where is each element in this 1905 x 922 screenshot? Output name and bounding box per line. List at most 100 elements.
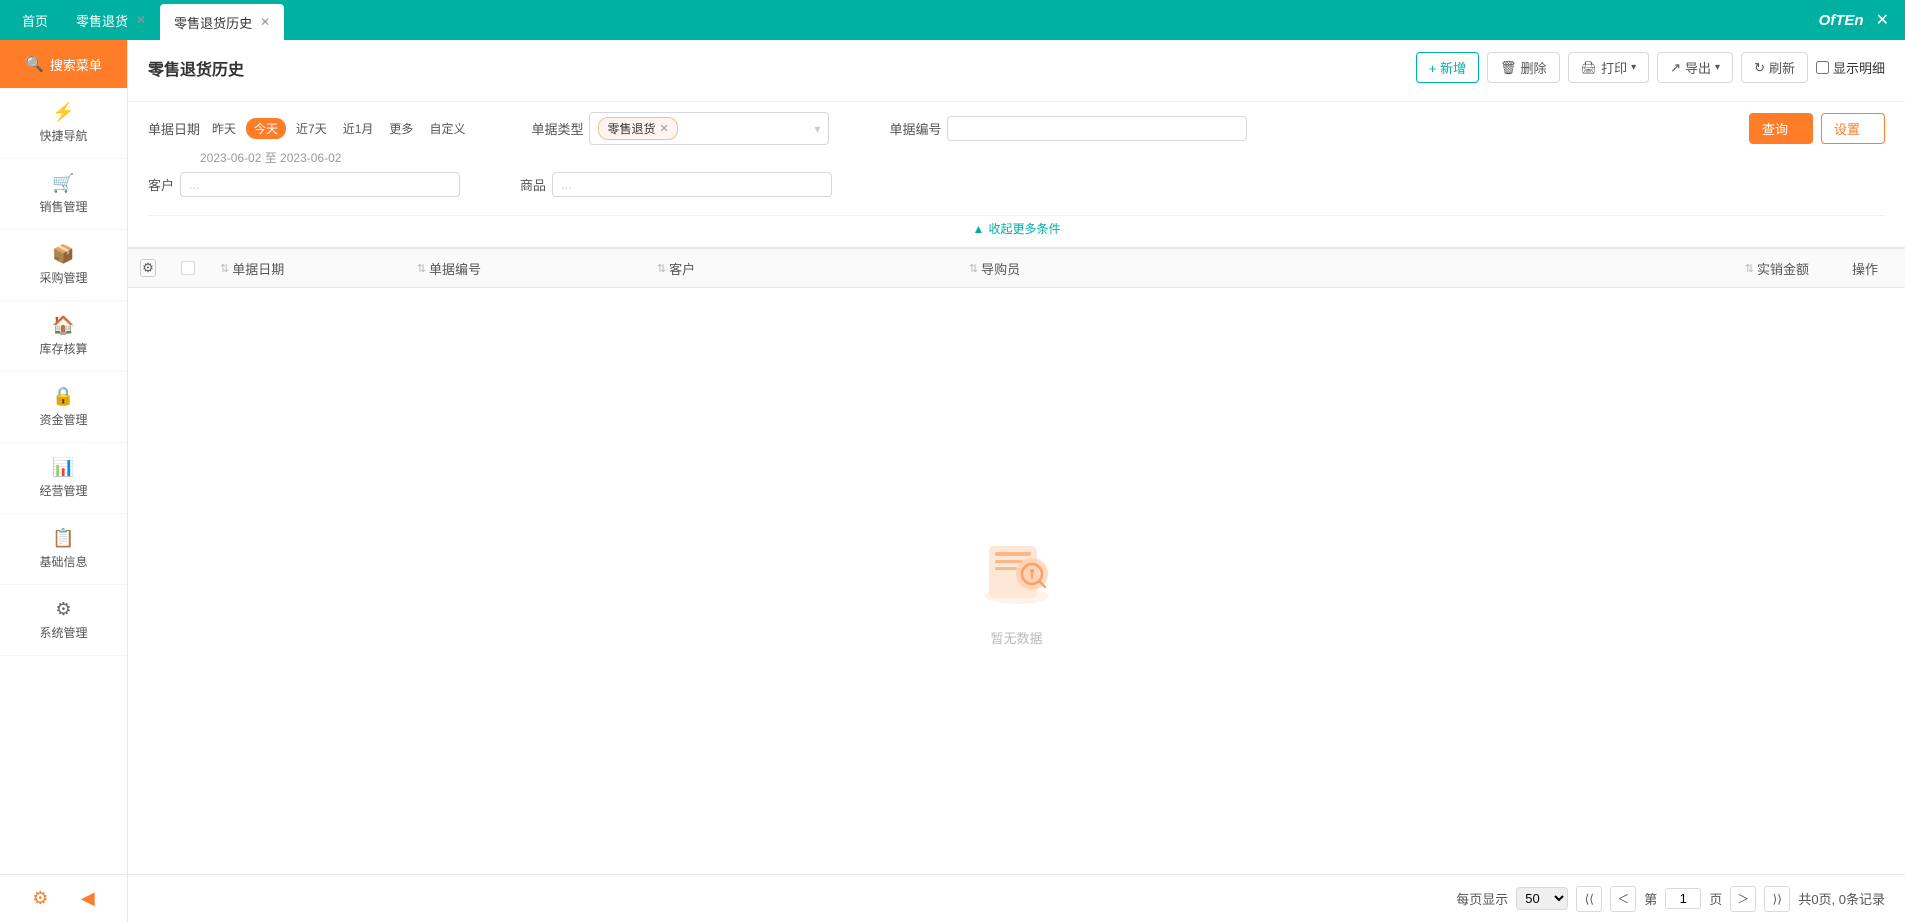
sidebar-menu: ⚡ 快捷导航 🛒 销售管理 📦 采购管理 🏠 库存核算 🔒 资金管理 📊 <box>0 88 127 874</box>
show-detail-checkbox-group[interactable]: 显示明细 <box>1816 58 1885 77</box>
column-settings-icon[interactable]: ⚙ <box>140 259 156 277</box>
collapse-label: 收起更多条件 <box>988 220 1060 237</box>
date-option-7days[interactable]: 近7天 <box>290 118 333 139</box>
th-amount-label: 实销金额 <box>1757 259 1809 278</box>
tab-home[interactable]: 首页 <box>8 0 62 40</box>
sidebar-item-basic-info[interactable]: 📋 基础信息 <box>0 514 127 585</box>
sidebar-item-sales-mgmt[interactable]: 🛒 销售管理 <box>0 159 127 230</box>
th-guide-label: 导购员 <box>981 259 1020 278</box>
sidebar-item-label-operations: 经营管理 <box>39 482 87 499</box>
export-chevron-icon: ▾ <box>1715 62 1720 73</box>
print-button[interactable]: 🖨 打印 ▾ <box>1568 52 1650 83</box>
show-detail-label: 显示明细 <box>1833 58 1885 77</box>
th-guide: ⇅ 导购员 <box>957 259 1197 278</box>
page-input[interactable] <box>1665 888 1701 909</box>
total-label: 共0页, 0条记录 <box>1798 889 1885 908</box>
type-filter-label: 单据类型 <box>531 119 583 138</box>
print-chevron-icon: ▾ <box>1631 62 1636 73</box>
show-detail-checkbox[interactable] <box>1816 61 1829 74</box>
settings-gear-icon[interactable]: ⚙ <box>32 888 48 909</box>
goods-filter-label: 商品 <box>520 175 546 194</box>
query-buttons: 查询 设置 <box>1749 113 1885 144</box>
next-page-btn[interactable]: ＞ <box>1730 886 1756 912</box>
voucher-filter-label: 单据编号 <box>889 119 941 138</box>
sidebar-collapse-icon[interactable]: ◀ <box>81 888 95 909</box>
th-customer-label: 客户 <box>669 259 695 278</box>
page-unit-label: 页 <box>1709 889 1722 908</box>
th-no: ⇅ 单据编号 <box>405 259 645 278</box>
collapse-up-icon: ▲ <box>973 222 985 236</box>
select-all-checkbox[interactable] <box>181 261 195 275</box>
customer-input[interactable]: ... <box>180 172 460 197</box>
th-action: 操作 <box>1825 259 1905 278</box>
toolbar: + 新增 🗑 删除 🖨 打印 ▾ ↗ 导出 ▾ <box>1416 52 1885 83</box>
search-menu-label: 搜索菜单 <box>50 55 102 74</box>
date-option-custom[interactable]: 自定义 <box>423 118 471 139</box>
sidebar-item-inventory[interactable]: 🏠 库存核算 <box>0 301 127 372</box>
date-option-yesterday[interactable]: 昨天 <box>206 118 242 139</box>
new-button[interactable]: + 新增 <box>1416 52 1479 83</box>
content-area: 零售退货历史 + 新增 🗑 删除 🖨 打印 ▾ ↗ 导出 <box>128 40 1905 922</box>
prev-page-btn[interactable]: ＜ <box>1610 886 1636 912</box>
tab-retail-return-close[interactable]: ✕ <box>136 13 146 27</box>
date-filter-label: 单据日期 <box>148 119 200 138</box>
empty-text: 暂无数据 <box>990 628 1042 647</box>
type-select-arrow: ▾ <box>814 122 820 136</box>
page-title: 零售退货历史 <box>148 56 244 80</box>
date-options: 昨天 今天 近7天 近1月 更多 自定义 <box>206 118 471 139</box>
sidebar-item-system[interactable]: ⚙ 系统管理 <box>0 585 127 656</box>
sidebar: 🔍 搜索菜单 ⚡ 快捷导航 🛒 销售管理 📦 采购管理 🏠 库存核算 🔒 <box>0 40 128 922</box>
sort-icon-guide: ⇅ <box>969 262 978 275</box>
type-tag-remove[interactable]: ✕ <box>659 122 668 135</box>
sidebar-item-purchase-mgmt[interactable]: 📦 采购管理 <box>0 230 127 301</box>
sidebar-bottom: ⚙ ◀ <box>0 874 127 922</box>
tab-retail-return[interactable]: 零售退货 ✕ <box>62 0 160 40</box>
settings-button[interactable]: 设置 <box>1821 113 1885 144</box>
type-select[interactable]: 零售退货 ✕ ▾ <box>589 112 829 145</box>
date-range-text: 2023-06-02 至 2023-06-02 <box>200 151 341 165</box>
system-icon: ⚙ <box>55 599 71 620</box>
basic-info-icon: 📋 <box>52 528 74 549</box>
refresh-icon: ↻ <box>1754 60 1765 76</box>
collapse-bar[interactable]: ▲ 收起更多条件 <box>148 215 1885 247</box>
filter-customer-group: 客户 ... <box>148 172 460 197</box>
operations-icon: 📊 <box>52 457 74 478</box>
window-close-icon[interactable]: ✕ <box>1876 10 1889 30</box>
delete-button[interactable]: 🗑 删除 <box>1487 52 1560 83</box>
th-date: ⇅ 单据日期 <box>208 259 405 278</box>
export-button[interactable]: ↗ 导出 ▾ <box>1657 52 1733 83</box>
empty-state: 暂无数据 <box>128 288 1905 874</box>
query-button[interactable]: 查询 <box>1749 113 1813 144</box>
voucher-input[interactable] <box>947 116 1247 141</box>
sidebar-item-finance[interactable]: 🔒 资金管理 <box>0 372 127 443</box>
tab-retail-return-history[interactable]: 零售退货历史 ✕ <box>160 4 284 40</box>
purchase-mgmt-icon: 📦 <box>52 244 74 265</box>
date-option-today[interactable]: 今天 <box>246 118 286 139</box>
filter-type-group: 单据类型 零售退货 ✕ ▾ <box>531 112 829 145</box>
customer-placeholder: ... <box>189 177 200 192</box>
table-container: ⚙ ⇅ 单据日期 ⇅ 单据编号 ⇅ 客户 ⇅ <box>128 247 1905 874</box>
date-option-more[interactable]: 更多 <box>383 118 419 139</box>
th-customer: ⇅ 客户 <box>645 259 957 278</box>
per-page-label: 每页显示 <box>1456 889 1508 908</box>
page-label: 第 <box>1644 889 1657 908</box>
date-option-1month[interactable]: 近1月 <box>337 118 380 139</box>
sidebar-item-label-quick-nav: 快捷导航 <box>39 127 87 144</box>
sidebar-item-quick-nav[interactable]: ⚡ 快捷导航 <box>0 88 127 159</box>
sort-icon-amount: ⇅ <box>1745 262 1754 275</box>
search-menu-box[interactable]: 🔍 搜索菜单 <box>0 40 127 88</box>
first-page-btn[interactable]: ⟨⟨ <box>1576 886 1602 912</box>
refresh-button[interactable]: ↻ 刷新 <box>1741 52 1808 83</box>
sort-icon-no: ⇅ <box>417 262 426 275</box>
th-settings: ⚙ <box>128 259 168 277</box>
sidebar-item-operations[interactable]: 📊 经营管理 <box>0 443 127 514</box>
per-page-select[interactable]: 10 20 50 100 <box>1516 887 1568 910</box>
tab-retail-return-history-close[interactable]: ✕ <box>260 15 270 29</box>
export-icon: ↗ <box>1670 60 1681 76</box>
print-icon: 🖨 <box>1581 60 1598 76</box>
sidebar-item-label-basic-info: 基础信息 <box>39 553 87 570</box>
goods-input[interactable]: ... <box>552 172 832 197</box>
last-page-btn[interactable]: ⟩⟩ <box>1764 886 1790 912</box>
type-tag-label: 零售退货 <box>607 120 655 137</box>
tab-home-label: 首页 <box>22 11 48 30</box>
